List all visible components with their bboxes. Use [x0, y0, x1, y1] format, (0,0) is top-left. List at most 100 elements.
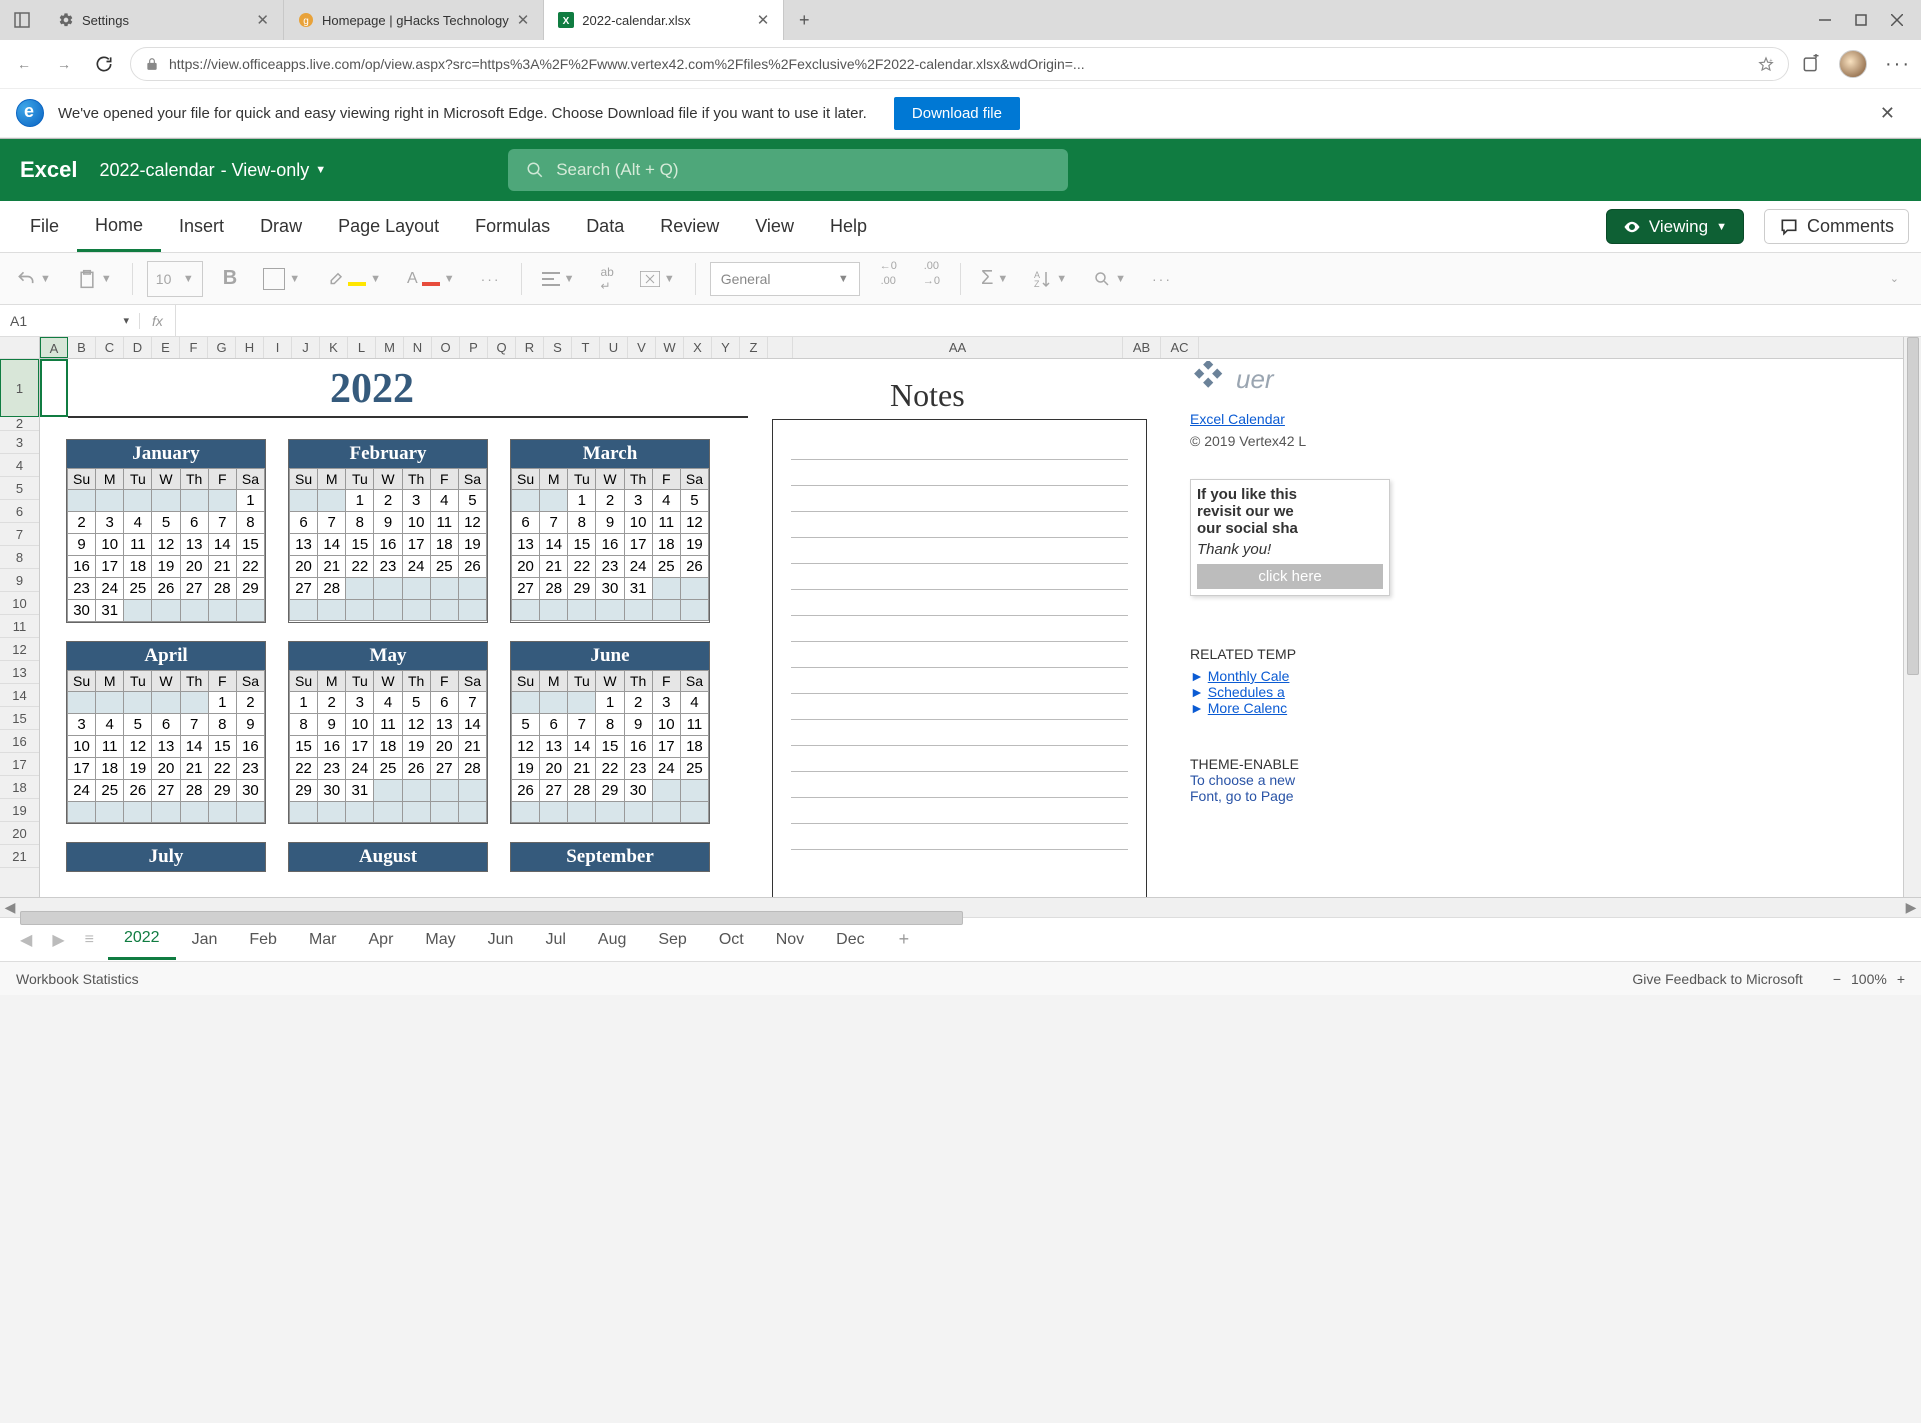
ribbon-tab-file[interactable]: File — [12, 201, 77, 252]
sheet-tab-2022[interactable]: 2022 — [108, 919, 176, 960]
column-headers[interactable]: ABCDEFGHIJKLMNOPQRSTUVWXYZAAABAC — [40, 337, 1903, 359]
maximize-icon[interactable] — [1855, 14, 1867, 26]
row-header-1[interactable]: 1 — [0, 359, 39, 417]
row-header-3[interactable]: 3 — [0, 431, 39, 454]
sort-filter-button[interactable]: AZ▼ — [1028, 261, 1073, 297]
column-header-X[interactable]: X — [684, 337, 712, 358]
related-link-2[interactable]: Schedules a — [1208, 684, 1285, 700]
menu-icon[interactable]: ··· — [1885, 53, 1911, 76]
column-header-AA[interactable]: AA — [793, 337, 1123, 358]
row-header-17[interactable]: 17 — [0, 753, 39, 776]
row-header-14[interactable]: 14 — [0, 684, 39, 707]
forward-button[interactable]: → — [50, 50, 78, 78]
undo-button[interactable]: ▼ — [10, 261, 57, 297]
column-header-I[interactable]: I — [264, 337, 292, 358]
column-header-R[interactable]: R — [516, 337, 544, 358]
row-header-4[interactable]: 4 — [0, 454, 39, 477]
sheet-tab-nov[interactable]: Nov — [760, 921, 820, 959]
tab-excel-file[interactable]: X 2022-calendar.xlsx ✕ — [544, 0, 784, 40]
collections-icon[interactable] — [1801, 54, 1821, 74]
tab-actions-icon[interactable] — [0, 12, 44, 28]
excel-calendar-link[interactable]: Excel Calendar — [1190, 411, 1285, 427]
close-icon[interactable]: ✕ — [757, 11, 770, 29]
row-header-13[interactable]: 13 — [0, 661, 39, 684]
click-here-button[interactable]: click here — [1197, 564, 1383, 589]
column-header-M[interactable]: M — [376, 337, 404, 358]
wrap-text-button[interactable]: ab↵ — [594, 261, 619, 297]
column-header-H[interactable]: H — [236, 337, 264, 358]
column-header-U[interactable]: U — [600, 337, 628, 358]
ribbon-tab-data[interactable]: Data — [568, 201, 642, 252]
column-header-J[interactable]: J — [292, 337, 320, 358]
name-box[interactable]: A1▾ — [0, 313, 140, 329]
sheet-tab-jan[interactable]: Jan — [176, 921, 234, 959]
row-headers[interactable]: 123456789101112131415161718192021 — [0, 337, 40, 897]
column-header-F[interactable]: F — [180, 337, 208, 358]
column-header-L[interactable]: L — [348, 337, 376, 358]
row-header-9[interactable]: 9 — [0, 569, 39, 592]
merge-button[interactable]: ▼ — [634, 261, 681, 297]
row-header-8[interactable]: 8 — [0, 546, 39, 569]
bold-button[interactable]: B — [217, 261, 243, 297]
row-header-18[interactable]: 18 — [0, 776, 39, 799]
minimize-icon[interactable] — [1819, 14, 1831, 26]
ribbon-tab-home[interactable]: Home — [77, 201, 161, 252]
column-header-P[interactable]: P — [460, 337, 488, 358]
sheet-tab-apr[interactable]: Apr — [353, 921, 410, 959]
ribbon-tab-review[interactable]: Review — [642, 201, 737, 252]
close-info-bar-button[interactable]: ✕ — [1870, 103, 1905, 124]
sheet-tab-dec[interactable]: Dec — [820, 921, 880, 959]
address-bar[interactable]: + — [130, 47, 1789, 81]
sheet-tab-aug[interactable]: Aug — [582, 921, 642, 959]
column-header-G[interactable]: G — [208, 337, 236, 358]
row-header-10[interactable]: 10 — [0, 592, 39, 615]
sheet-tab-feb[interactable]: Feb — [233, 921, 293, 959]
close-icon[interactable]: ✕ — [256, 11, 269, 29]
column-header-W[interactable]: W — [656, 337, 684, 358]
column-header-K[interactable]: K — [320, 337, 348, 358]
row-header-19[interactable]: 19 — [0, 799, 39, 822]
sheet-tab-oct[interactable]: Oct — [703, 921, 760, 959]
column-header-T[interactable]: T — [572, 337, 600, 358]
autosum-button[interactable]: Σ▼ — [975, 261, 1014, 297]
download-file-button[interactable]: Download file — [894, 97, 1020, 130]
sheet-tab-jul[interactable]: Jul — [529, 921, 581, 959]
profile-avatar[interactable] — [1839, 50, 1867, 78]
feedback-link[interactable]: Give Feedback to Microsoft — [1632, 971, 1802, 987]
paste-button[interactable]: ▼ — [71, 261, 118, 297]
refresh-button[interactable] — [90, 50, 118, 78]
ribbon-tab-view[interactable]: View — [737, 201, 812, 252]
decrease-decimal-button[interactable]: .00→0 — [917, 261, 946, 297]
scroll-left-button[interactable]: ◀ — [0, 899, 20, 916]
column-header-N[interactable]: N — [404, 337, 432, 358]
vertical-scrollbar[interactable] — [1903, 337, 1921, 897]
column-header-A[interactable]: A — [40, 337, 68, 358]
align-button[interactable]: ▼ — [536, 261, 581, 297]
row-header-12[interactable]: 12 — [0, 638, 39, 661]
zoom-level[interactable]: 100% — [1851, 971, 1887, 987]
viewing-mode-button[interactable]: Viewing ▼ — [1606, 209, 1744, 244]
close-window-icon[interactable] — [1891, 14, 1903, 26]
column-header-S[interactable]: S — [544, 337, 572, 358]
row-header-2[interactable]: 2 — [0, 417, 39, 431]
column-header-AB[interactable]: AB — [1123, 337, 1161, 358]
ribbon-tab-formulas[interactable]: Formulas — [457, 201, 568, 252]
sheet-tab-may[interactable]: May — [409, 921, 471, 959]
comments-button[interactable]: Comments — [1764, 209, 1909, 244]
column-header-Q[interactable]: Q — [488, 337, 516, 358]
row-header-5[interactable]: 5 — [0, 477, 39, 500]
row-header-16[interactable]: 16 — [0, 730, 39, 753]
ribbon-tab-insert[interactable]: Insert — [161, 201, 242, 252]
font-color-button[interactable]: A▼ — [401, 261, 461, 297]
row-header-15[interactable]: 15 — [0, 707, 39, 730]
row-header-7[interactable]: 7 — [0, 523, 39, 546]
column-header-B[interactable]: B — [68, 337, 96, 358]
add-sheet-button[interactable]: + — [889, 929, 920, 950]
tab-settings[interactable]: Settings ✕ — [44, 0, 284, 40]
row-header-11[interactable]: 11 — [0, 615, 39, 638]
ribbon-tab-help[interactable]: Help — [812, 201, 885, 252]
column-header-Z[interactable]: Z — [740, 337, 768, 358]
horizontal-scrollbar[interactable]: ◀ ▶ — [0, 897, 1921, 917]
workbook-statistics-button[interactable]: Workbook Statistics — [16, 971, 139, 987]
related-link-3[interactable]: More Calenc — [1208, 700, 1287, 716]
